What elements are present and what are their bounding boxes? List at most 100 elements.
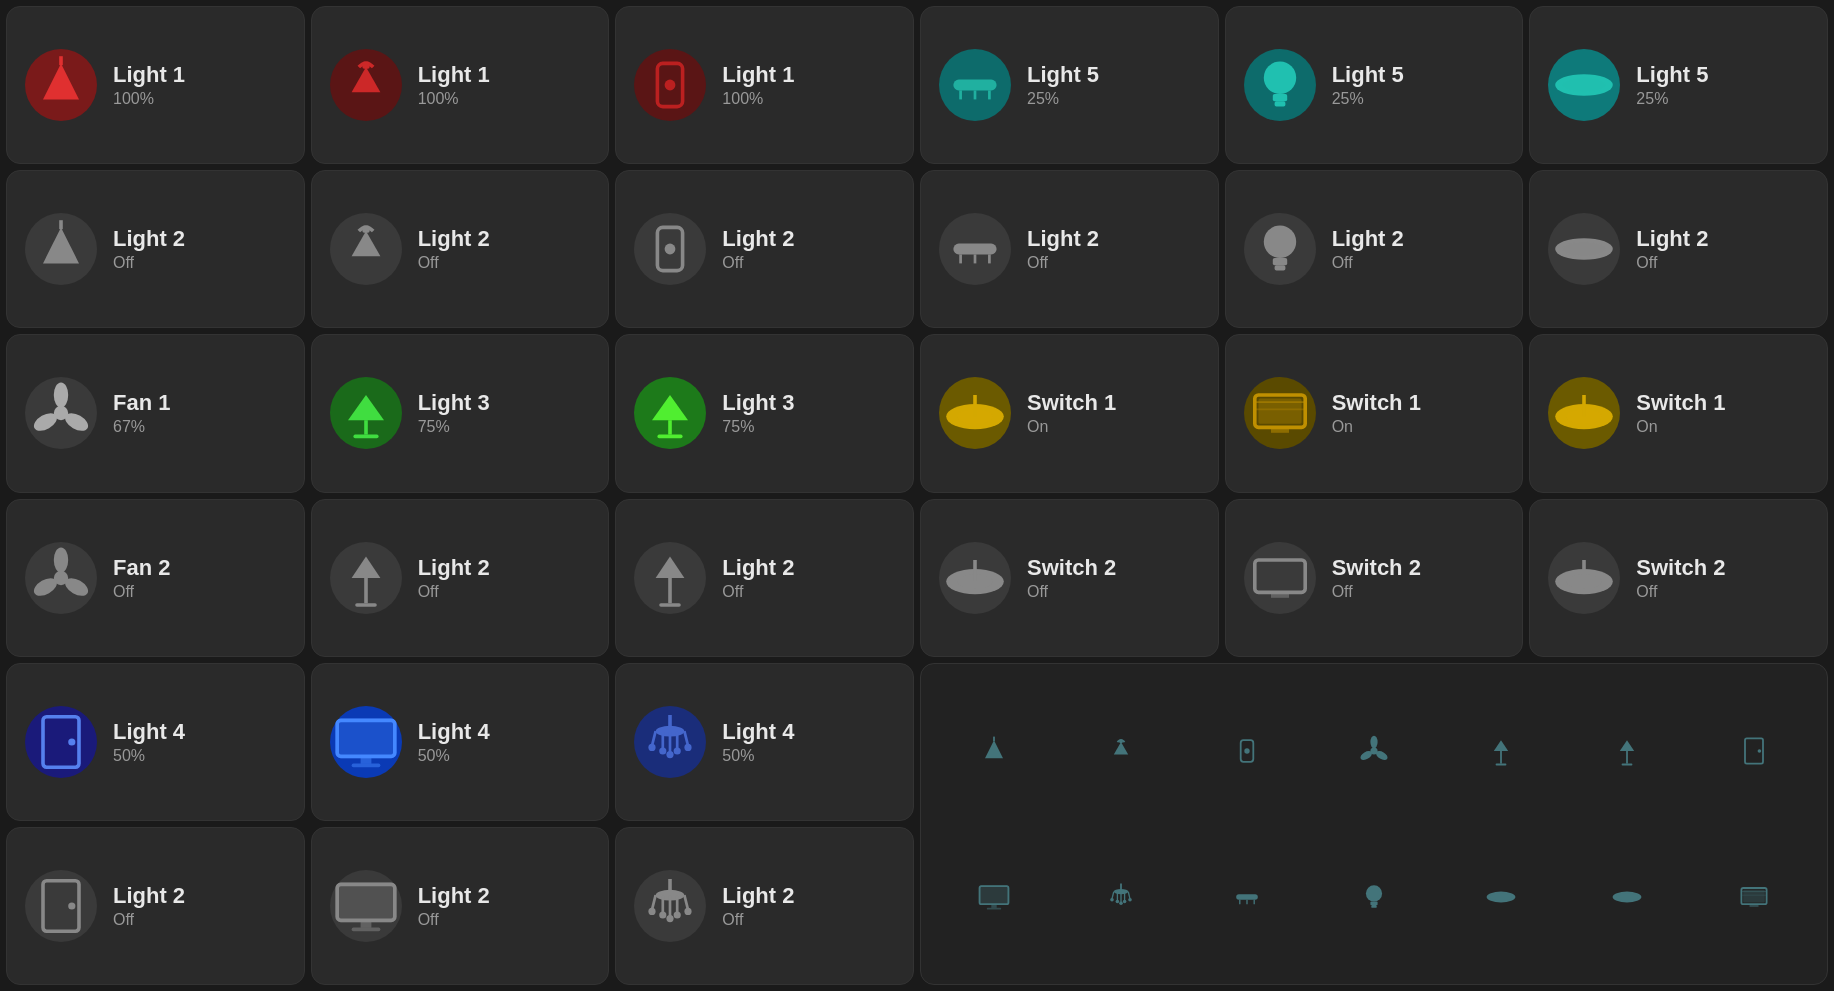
svg-point-23 [1263, 226, 1295, 258]
svg-marker-103 [985, 740, 1003, 758]
svg-point-140 [1366, 885, 1382, 901]
card-r1c3[interactable]: Light 1100% [615, 6, 914, 164]
svg-point-146 [1616, 893, 1638, 900]
icon-circle-r4c2 [330, 542, 402, 614]
card-name-r4c4: Switch 2 [1027, 555, 1116, 581]
icon-circle-r4c1 [25, 542, 97, 614]
card-name-r3c4: Switch 1 [1027, 390, 1116, 416]
card-name-r2c5: Light 2 [1332, 226, 1404, 252]
svg-point-109 [1370, 735, 1377, 748]
icon-circle-r6c2 [330, 870, 402, 942]
card-status-r2c4: Off [1027, 254, 1099, 272]
card-name-r3c2: Light 3 [418, 390, 490, 416]
svg-point-135 [1119, 901, 1123, 905]
svg-rect-34 [353, 435, 378, 439]
card-status-r4c2: Off [418, 583, 490, 601]
card-text-r4c1: Fan 2Off [113, 555, 170, 601]
card-status-r1c5: 25% [1332, 90, 1404, 108]
svg-rect-90 [351, 928, 380, 932]
card-r2c2[interactable]: Light 2Off [311, 170, 610, 328]
svg-point-84 [667, 751, 674, 758]
card-text-r6c2: Light 2 Off [418, 883, 490, 929]
card-r2c3[interactable]: Light 2Off [615, 170, 914, 328]
card-r5c1[interactable]: Light 450% [6, 663, 305, 821]
svg-rect-37 [658, 435, 683, 439]
card-text-r4c6: Switch 2Off [1636, 555, 1725, 601]
card-r3c3[interactable]: Light 375% [615, 334, 914, 492]
card-r3c1[interactable]: Fan 167% [6, 334, 305, 492]
card-text-r3c1: Fan 167% [113, 390, 170, 436]
card-r4c5[interactable]: Switch 2Off [1225, 499, 1524, 657]
icon-circle-r6c1 [25, 870, 97, 942]
legend-icon-r1c7 [1732, 729, 1776, 773]
card-text-r4c5: Switch 2Off [1332, 555, 1421, 601]
legend-icon-r2c1 [972, 875, 1016, 919]
svg-rect-89 [360, 920, 371, 927]
svg-point-100 [660, 911, 667, 918]
icon-circle-r1c5 [1244, 49, 1316, 121]
card-r3c6[interactable]: Switch 1On [1529, 334, 1828, 492]
card-r4c1[interactable]: Fan 2Off [6, 499, 305, 657]
card-r4c2[interactable]: Light 2Off [311, 499, 610, 657]
card-r6c2[interactable]: Light 2 Off [311, 827, 610, 985]
card-r1c2[interactable]: Light 1100% [311, 6, 610, 164]
card-r1c1[interactable]: Light 1100% [6, 6, 305, 164]
svg-rect-5 [953, 80, 996, 91]
card-r4c3[interactable]: Light 2Off [615, 499, 914, 657]
card-r2c4[interactable]: Light 2Off [920, 170, 1219, 328]
card-text-r3c3: Light 375% [722, 390, 794, 436]
card-r6c3[interactable]: Light 2Off [615, 827, 914, 985]
card-r5c2[interactable]: Light 450% [311, 663, 610, 821]
card-name-r6c2: Light 2 [418, 883, 490, 909]
card-name-r6c1: Light 2 [113, 883, 185, 909]
card-r3c5[interactable]: Switch 1On [1225, 334, 1524, 492]
card-name-r1c1: Light 1 [113, 62, 185, 88]
card-name-r5c1: Light 4 [113, 719, 185, 745]
card-text-r4c3: Light 2Off [722, 555, 794, 601]
card-r3c4[interactable]: Switch 1On [920, 334, 1219, 492]
card-r2c1[interactable]: Light 2Off [6, 170, 305, 328]
icon-circle-r3c3 [634, 377, 706, 449]
legend-icon-r2c7 [1732, 875, 1776, 919]
card-name-r3c6: Switch 1 [1636, 390, 1725, 416]
card-name-r5c3: Light 4 [722, 719, 794, 745]
card-status-r6c3: Off [722, 911, 794, 929]
svg-rect-43 [1271, 428, 1289, 433]
card-r1c5[interactable]: Light 525% [1225, 6, 1524, 164]
card-r4c6[interactable]: Switch 2Off [1529, 499, 1828, 657]
legend-icon-r1c1 [972, 729, 1016, 773]
card-name-r3c3: Light 3 [722, 390, 794, 416]
svg-rect-114 [1495, 763, 1506, 765]
svg-rect-141 [1370, 901, 1377, 905]
svg-point-102 [667, 915, 674, 922]
card-text-r6c3: Light 2Off [722, 883, 794, 929]
icon-circle-r5c3 [634, 706, 706, 778]
icon-circle-r2c4 [939, 213, 1011, 285]
card-name-r3c5: Switch 1 [1332, 390, 1421, 416]
card-status-r4c3: Off [722, 583, 794, 601]
svg-rect-116 [1626, 751, 1628, 764]
svg-marker-53 [351, 556, 380, 578]
card-status-r6c2: Off [418, 911, 490, 929]
svg-point-68 [68, 738, 75, 745]
card-name-r2c2: Light 2 [418, 226, 490, 252]
card-r6c1[interactable]: Light 2Off [6, 827, 305, 985]
card-r1c4[interactable]: Light 525% [920, 6, 1219, 164]
card-text-r2c5: Light 2Off [1332, 226, 1404, 272]
svg-rect-136 [1237, 894, 1259, 899]
svg-point-9 [1263, 62, 1295, 94]
legend-icon-r2c6 [1605, 875, 1649, 919]
card-r4c4[interactable]: Switch 2Off [920, 499, 1219, 657]
card-r3c2[interactable]: Light 375% [311, 334, 610, 492]
card-r1c6[interactable]: Light 525% [1529, 6, 1828, 164]
card-text-r6c1: Light 2Off [113, 883, 185, 929]
card-status-r2c1: Off [113, 254, 185, 272]
card-status-r4c5: Off [1332, 583, 1421, 601]
card-r2c5[interactable]: Light 2Off [1225, 170, 1524, 328]
icon-circle-r2c3 [634, 213, 706, 285]
card-r5c3[interactable]: Light 450% [615, 663, 914, 821]
icon-circle-r3c2 [330, 377, 402, 449]
card-r2c6[interactable]: Light 2Off [1529, 170, 1828, 328]
card-status-r2c6: Off [1636, 254, 1708, 272]
svg-marker-14 [43, 228, 79, 264]
